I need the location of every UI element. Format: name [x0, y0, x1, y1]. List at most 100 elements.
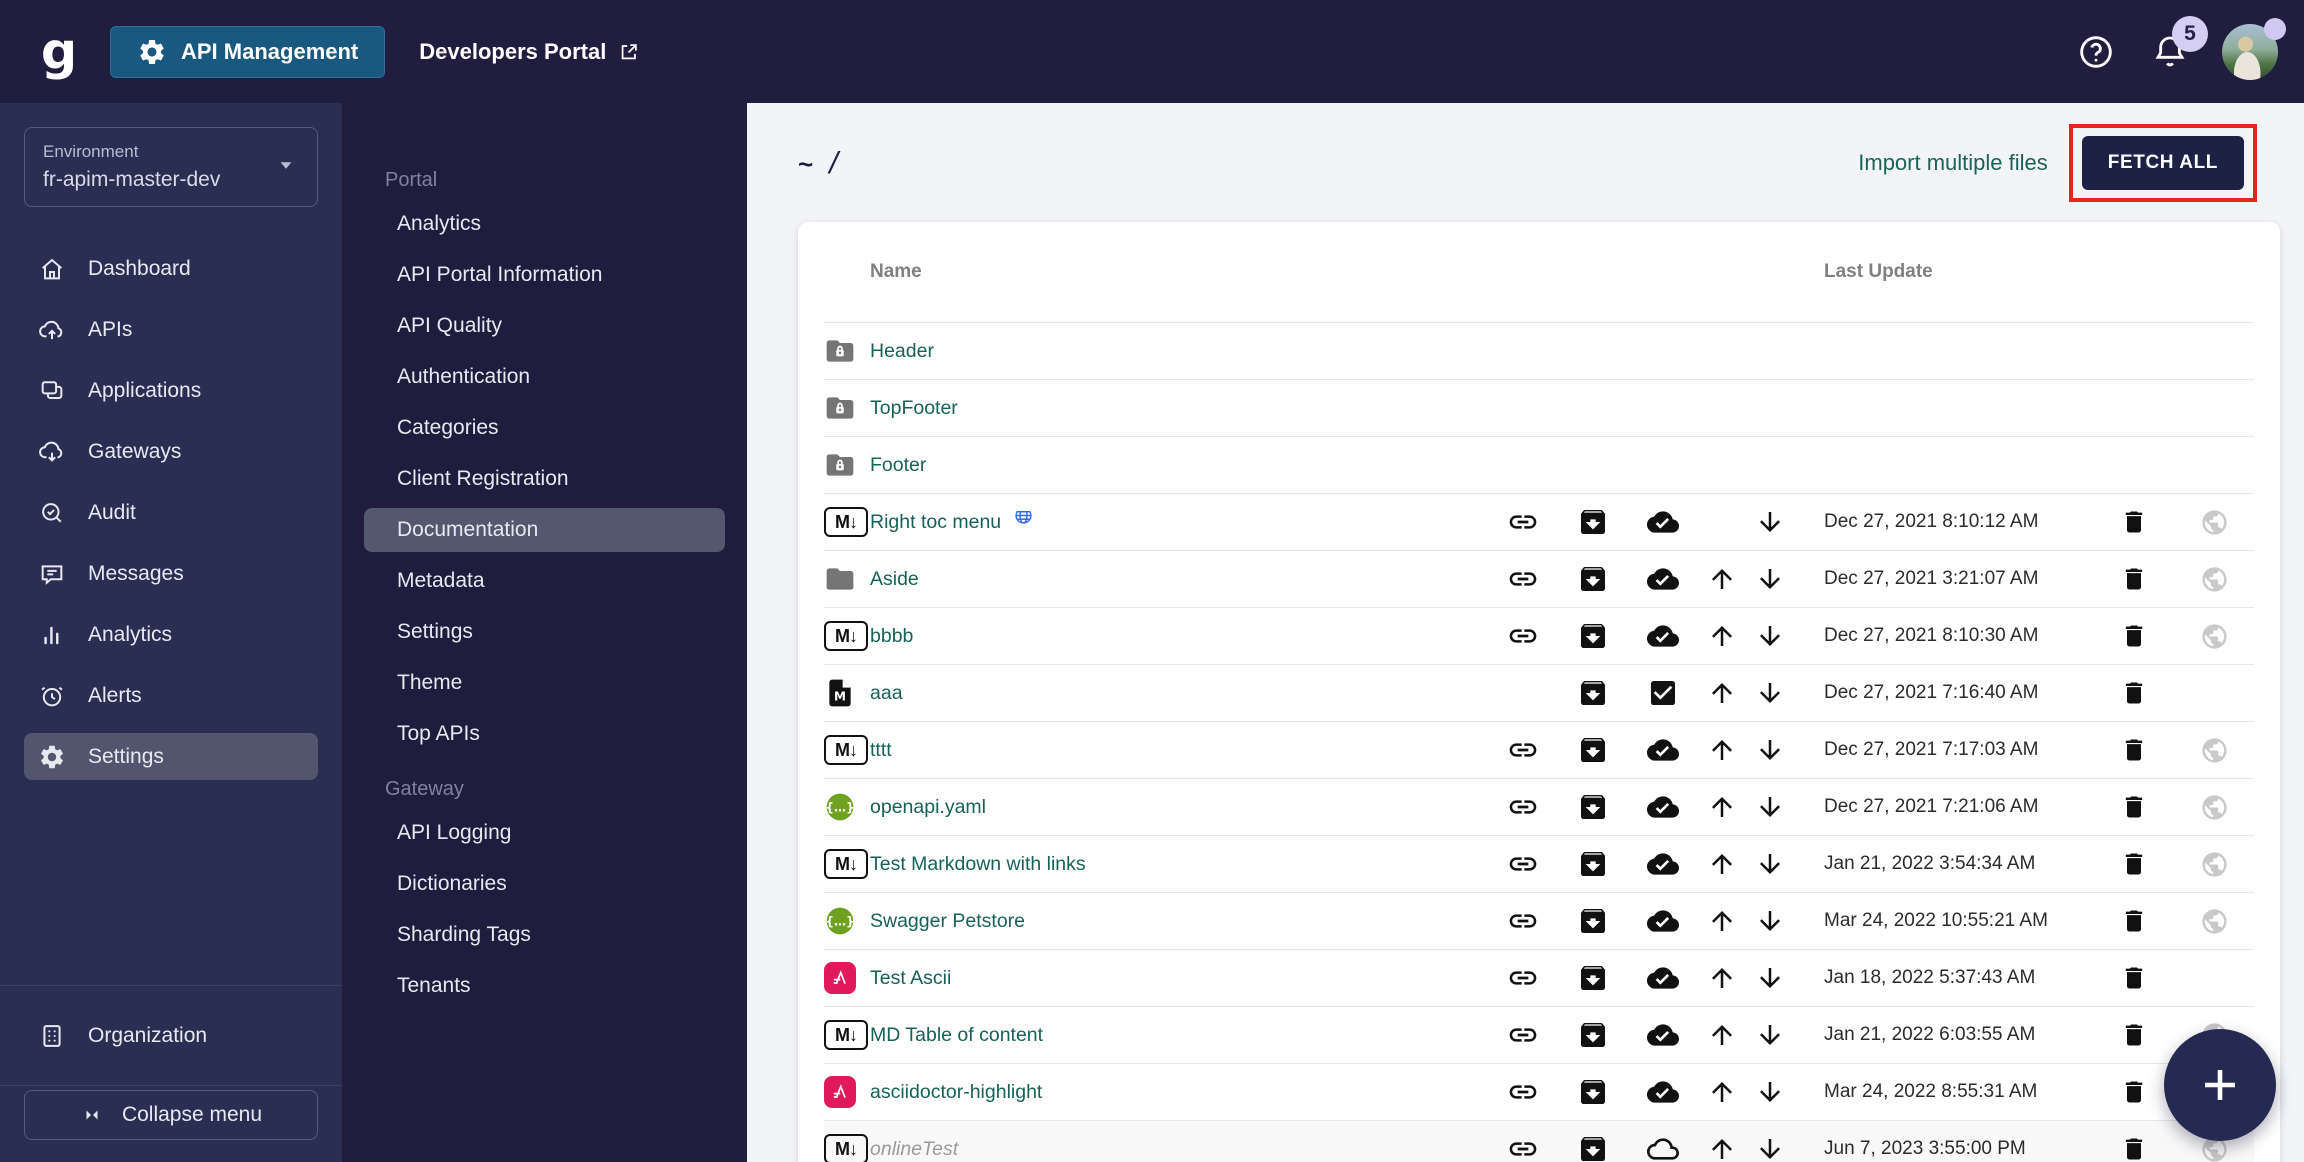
delete-icon[interactable] [2118, 1019, 2150, 1051]
move-up-icon[interactable] [1706, 1019, 1738, 1051]
sidebar-item-apis[interactable]: APIs [24, 306, 318, 353]
page-name-link[interactable]: Right toc menu [870, 511, 1001, 534]
delete-icon[interactable] [2118, 1133, 2150, 1162]
page-name-link[interactable]: MD Table of content [870, 1024, 1043, 1047]
move-down-icon[interactable] [1754, 962, 1786, 994]
move-down-icon[interactable] [1754, 506, 1786, 538]
unpublish-icon[interactable] [1577, 905, 1609, 937]
copy-link-icon[interactable] [1507, 1076, 1539, 1108]
notifications-button[interactable]: 5 [2148, 30, 2192, 74]
move-down-icon[interactable] [1754, 734, 1786, 766]
copy-link-icon[interactable] [1507, 962, 1539, 994]
move-down-icon[interactable] [1754, 677, 1786, 709]
sidebar-item-applications[interactable]: Applications [24, 367, 318, 414]
api-management-button[interactable]: API Management [110, 26, 385, 78]
move-down-icon[interactable] [1754, 563, 1786, 595]
publish-status-globe-icon[interactable] [2198, 848, 2230, 880]
submenu-item-top-apis[interactable]: Top APIs [364, 712, 725, 756]
move-up-icon[interactable] [1706, 1076, 1738, 1108]
page-name-link[interactable]: asciidoctor-highlight [870, 1081, 1042, 1104]
unpublish-icon[interactable] [1577, 1076, 1609, 1108]
sidebar-item-alerts[interactable]: Alerts [24, 672, 318, 719]
unpublish-icon[interactable] [1577, 1133, 1609, 1162]
cloud-check-icon[interactable] [1647, 848, 1679, 880]
move-up-icon[interactable] [1706, 791, 1738, 823]
cloud-check-icon[interactable] [1647, 791, 1679, 823]
cloud-outline-icon[interactable] [1647, 1133, 1679, 1162]
copy-link-icon[interactable] [1507, 1019, 1539, 1051]
submenu-item-dictionaries[interactable]: Dictionaries [364, 862, 725, 906]
move-up-icon[interactable] [1706, 734, 1738, 766]
submenu-item-authentication[interactable]: Authentication [364, 355, 725, 399]
delete-icon[interactable] [2118, 905, 2150, 937]
submenu-item-api-logging[interactable]: API Logging [364, 811, 725, 855]
submenu-item-api-portal-information[interactable]: API Portal Information [364, 253, 725, 297]
move-down-icon[interactable] [1754, 1133, 1786, 1162]
delete-icon[interactable] [2118, 506, 2150, 538]
copy-link-icon[interactable] [1507, 563, 1539, 595]
cloud-check-icon[interactable] [1647, 1076, 1679, 1108]
publish-status-globe-icon[interactable] [2198, 791, 2230, 823]
submenu-item-analytics[interactable]: Analytics [364, 202, 725, 246]
cloud-check-icon[interactable] [1647, 734, 1679, 766]
sidebar-item-organization[interactable]: Organization [24, 1012, 318, 1059]
unpublish-icon[interactable] [1577, 506, 1609, 538]
publish-status-globe-icon[interactable] [2198, 620, 2230, 652]
copy-link-icon[interactable] [1507, 791, 1539, 823]
publish-status-globe-icon[interactable] [2198, 506, 2230, 538]
page-name-link[interactable]: Aside [870, 568, 919, 591]
unpublish-icon[interactable] [1577, 620, 1609, 652]
submenu-item-api-quality[interactable]: API Quality [364, 304, 725, 348]
page-name-link[interactable]: bbbb [870, 625, 913, 648]
page-name-link[interactable]: aaa [870, 682, 903, 705]
unpublish-icon[interactable] [1577, 734, 1609, 766]
add-page-button[interactable] [2164, 1029, 2276, 1141]
page-name-link[interactable]: Test Ascii [870, 967, 951, 990]
copy-link-icon[interactable] [1507, 734, 1539, 766]
page-name-link[interactable]: TopFooter [870, 397, 958, 420]
delete-icon[interactable] [2118, 620, 2150, 652]
move-down-icon[interactable] [1754, 1019, 1786, 1051]
cloud-check-icon[interactable] [1647, 1019, 1679, 1051]
move-down-icon[interactable] [1754, 791, 1786, 823]
page-name-link[interactable]: Footer [870, 454, 926, 477]
unpublish-icon[interactable] [1577, 1019, 1609, 1051]
sidebar-item-dashboard[interactable]: Dashboard [24, 245, 318, 292]
delete-icon[interactable] [2118, 1076, 2150, 1108]
cloud-check-icon[interactable] [1647, 506, 1679, 538]
cloud-check-icon[interactable] [1647, 620, 1679, 652]
page-name-link[interactable]: Swagger Petstore [870, 910, 1025, 933]
cloud-check-icon[interactable] [1647, 962, 1679, 994]
delete-icon[interactable] [2118, 563, 2150, 595]
submenu-item-sharding-tags[interactable]: Sharding Tags [364, 913, 725, 957]
user-avatar[interactable] [2222, 24, 2278, 80]
submenu-item-categories[interactable]: Categories [364, 406, 725, 450]
move-up-icon[interactable] [1706, 962, 1738, 994]
copy-link-icon[interactable] [1507, 506, 1539, 538]
environment-select[interactable]: Environment fr-apim-master-dev [24, 127, 318, 207]
move-down-icon[interactable] [1754, 620, 1786, 652]
unpublish-icon[interactable] [1577, 848, 1609, 880]
sidebar-item-audit[interactable]: Audit [24, 489, 318, 536]
page-name-link[interactable]: Test Markdown with links [870, 853, 1086, 876]
unpublish-icon[interactable] [1577, 677, 1609, 709]
help-button[interactable] [2074, 30, 2118, 74]
move-down-icon[interactable] [1754, 1076, 1786, 1108]
sidebar-item-gateways[interactable]: Gateways [24, 428, 318, 475]
submenu-item-tenants[interactable]: Tenants [364, 964, 725, 1008]
fetch-all-button[interactable]: FETCH ALL [2082, 136, 2244, 190]
copy-link-icon[interactable] [1507, 620, 1539, 652]
cloud-check-icon[interactable] [1647, 563, 1679, 595]
delete-icon[interactable] [2118, 848, 2150, 880]
move-down-icon[interactable] [1754, 905, 1786, 937]
unpublish-icon[interactable] [1577, 791, 1609, 823]
delete-icon[interactable] [2118, 962, 2150, 994]
move-down-icon[interactable] [1754, 848, 1786, 880]
delete-icon[interactable] [2118, 791, 2150, 823]
sidebar-item-analytics[interactable]: Analytics [24, 611, 318, 658]
page-name-link[interactable]: Header [870, 340, 934, 363]
sidebar-item-messages[interactable]: Messages [24, 550, 318, 597]
move-up-icon[interactable] [1706, 905, 1738, 937]
move-up-icon[interactable] [1706, 563, 1738, 595]
submenu-item-metadata[interactable]: Metadata [364, 559, 725, 603]
